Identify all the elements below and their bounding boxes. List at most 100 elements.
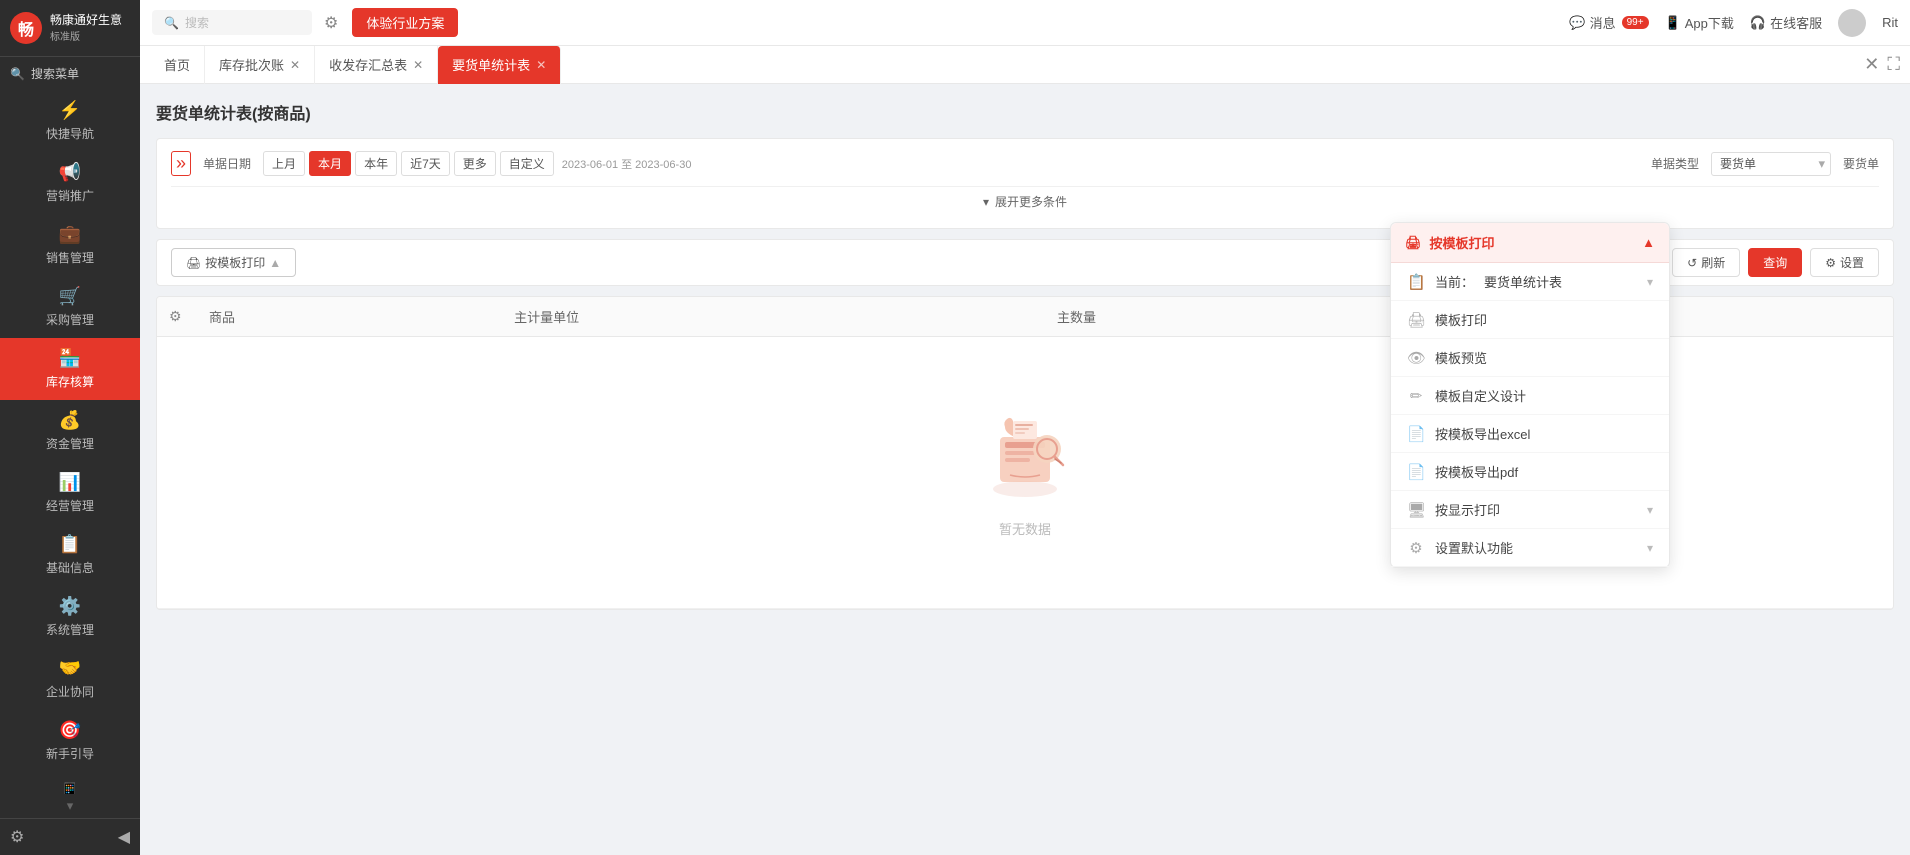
sidebar-item-newguide[interactable]: 🎯 新手引导 <box>0 710 140 772</box>
template-pdf-icon: 📄 <box>1407 463 1425 481</box>
marketing-icon: 📢 <box>59 162 81 183</box>
col-unit: 主计量单位 <box>502 297 1045 337</box>
filter-row: » 单据日期 上月 本月 本年 近7天 更多 自定义 2023-06-01 至 … <box>171 151 1879 176</box>
chevron-down-icon: ▾ <box>983 195 989 209</box>
dropdown-item-template-design[interactable]: ✏ 模板自定义设计 <box>1391 377 1669 415</box>
tab-close-all-icon[interactable]: ✕ <box>1864 54 1879 75</box>
app-download-btn[interactable]: 📱 App下载 <box>1665 13 1734 32</box>
app-title: 畅康通好生意 <box>50 13 122 29</box>
sales-icon: 💼 <box>59 224 81 245</box>
settings-table-label: 设置 <box>1840 254 1864 271</box>
sidebar-item-basics[interactable]: 📋 基础信息 <box>0 524 140 586</box>
date-range-text: 2023-06-01 至 2023-06-30 <box>562 156 692 172</box>
avatar[interactable] <box>1838 9 1866 37</box>
main-content: 🔍 搜索 ⚙ 体验行业方案 💬 消息 99+ 📱 App下载 🎧 在线客服 Ri… <box>140 0 1910 855</box>
template-excel-label: 按模板导出excel <box>1435 424 1530 443</box>
default-func-expand-icon: ▾ <box>1647 541 1653 555</box>
dropdown-item-default-func[interactable]: ⚙ 设置默认功能 ▾ <box>1391 529 1669 567</box>
sidebar-item-operations[interactable]: 📊 经营管理 <box>0 462 140 524</box>
expand-more-btn[interactable]: ▾ 展开更多条件 <box>171 186 1879 216</box>
sidebar-item-sales[interactable]: 💼 销售管理 <box>0 214 140 276</box>
sidebar-scroll-down[interactable]: ▾ <box>0 794 140 818</box>
tab-demand-stats-label: 要货单统计表 <box>452 55 530 74</box>
settings-table-icon: ⚙ <box>1825 256 1836 270</box>
order-type-select[interactable]: 要货单 <box>1711 152 1831 176</box>
sidebar-item-inventory[interactable]: 🏪 库存核算 <box>0 338 140 400</box>
sidebar-item-marketing[interactable]: 📢 营销推广 <box>0 152 140 214</box>
query-btn[interactable]: 查询 <box>1748 248 1802 277</box>
date-btn-current-month[interactable]: 本月 <box>309 151 351 176</box>
filter-expand-toggle[interactable]: » <box>171 151 191 176</box>
tab-home-label: 首页 <box>164 55 190 74</box>
tab-receivable-summary[interactable]: 收发存汇总表 ✕ <box>315 46 438 84</box>
shortcut-icon: ⚡ <box>59 100 81 121</box>
date-btn-prev-month[interactable]: 上月 <box>263 151 305 176</box>
date-btn-custom[interactable]: 自定义 <box>500 151 554 176</box>
username: Rit <box>1882 15 1898 30</box>
date-btn-more[interactable]: 更多 <box>454 151 496 176</box>
tab-inventory-batch-close[interactable]: ✕ <box>290 58 300 72</box>
collapse-icon[interactable]: ◀ <box>118 827 130 847</box>
template-design-icon: ✏ <box>1407 387 1425 405</box>
query-btn-label: 查询 <box>1763 254 1787 271</box>
settings-icon[interactable]: ⚙ <box>10 827 24 847</box>
tabs: 首页 库存批次账 ✕ 收发存汇总表 ✕ 要货单统计表 ✕ ✕ ⛶ <box>140 46 1910 84</box>
dropdown-item-template-preview[interactable]: 👁 模板预览 <box>1391 339 1669 377</box>
app-download-label: App下载 <box>1685 13 1734 32</box>
refresh-btn[interactable]: ↺ 刷新 <box>1672 248 1740 277</box>
sidebar-item-appcenter[interactable]: 📱 应用中心 <box>0 772 140 794</box>
sidebar-item-purchase-label: 采购管理 <box>46 311 94 328</box>
sidebar: 畅 畅康通好生意 标准版 🔍 搜索菜单 ⚡ 快捷导航 📢 营销推广 💼 销售管理… <box>0 0 140 855</box>
sidebar-item-system[interactable]: ⚙️ 系统管理 <box>0 586 140 648</box>
tab-demand-stats-close[interactable]: ✕ <box>536 58 546 72</box>
topbar-search[interactable]: 🔍 搜索 <box>152 10 312 35</box>
col-settings[interactable]: ⚙ <box>157 297 197 337</box>
print-dropdown-arrow-icon: ▲ <box>269 256 281 270</box>
template-design-label: 模板自定义设计 <box>1435 386 1526 405</box>
message-icon: 💬 <box>1569 15 1585 31</box>
tab-demand-stats[interactable]: 要货单统计表 ✕ <box>438 46 561 84</box>
current-template-expand-icon: ▾ <box>1647 275 1653 289</box>
dropdown-current-template[interactable]: 📋 当前： 要货单统计表 ▾ <box>1391 263 1669 301</box>
topbar-gear-icon[interactable]: ⚙ <box>324 13 338 33</box>
sidebar-item-purchase[interactable]: 🛒 采购管理 <box>0 276 140 338</box>
tab-inventory-batch[interactable]: 库存批次账 ✕ <box>205 46 315 84</box>
sidebar-logo: 畅 畅康通好生意 标准版 <box>0 0 140 57</box>
purchase-icon: 🛒 <box>59 286 81 307</box>
print-dropdown-collapse-icon[interactable]: ▲ <box>1642 235 1655 250</box>
headset-icon: 🎧 <box>1750 15 1766 31</box>
topbar-right: 💬 消息 99+ 📱 App下载 🎧 在线客服 Rit <box>1569 9 1898 37</box>
template-preview-label: 模板预览 <box>1435 348 1487 367</box>
dropdown-item-template-print[interactable]: 🖨 模板打印 <box>1391 301 1669 339</box>
sidebar-item-shortcut[interactable]: ⚡ 快捷导航 <box>0 90 140 152</box>
app-subtitle: 标准版 <box>50 28 122 43</box>
tab-expand-icon[interactable]: ⛶ <box>1887 54 1900 75</box>
print-btn[interactable]: 🖨 按模板打印 ▲ <box>171 248 296 277</box>
industry-btn[interactable]: 体验行业方案 <box>352 8 458 37</box>
sidebar-bottom: ⚙ ◀ <box>0 818 140 855</box>
settings-table-btn[interactable]: ⚙ 设置 <box>1810 248 1879 277</box>
messages-btn[interactable]: 💬 消息 99+ <box>1569 13 1648 32</box>
inventory-icon: 🏪 <box>59 348 81 369</box>
table-settings-icon[interactable]: ⚙ <box>169 308 182 324</box>
online-service-btn[interactable]: 🎧 在线客服 <box>1750 13 1822 32</box>
date-btn-7days[interactable]: 近7天 <box>401 151 450 176</box>
dropdown-item-template-excel[interactable]: 📄 按模板导出excel <box>1391 415 1669 453</box>
sidebar-item-cooperation[interactable]: 🤝 企业协同 <box>0 648 140 710</box>
tab-receivable-summary-close[interactable]: ✕ <box>413 58 423 72</box>
date-btn-current-year[interactable]: 本年 <box>355 151 397 176</box>
appcenter-icon: 📱 <box>59 782 81 794</box>
sidebar-item-inventory-label: 库存核算 <box>46 373 94 390</box>
sidebar-item-finance[interactable]: 💰 资金管理 <box>0 400 140 462</box>
dropdown-item-template-pdf[interactable]: 📄 按模板导出pdf <box>1391 453 1669 491</box>
dropdown-item-display-print[interactable]: 🖥 按显示打印 ▾ <box>1391 491 1669 529</box>
print-dropdown: 🖨 按模板打印 ▲ 📋 当前： 要货单统计表 ▾ 🖨 模板打印 👁 模板预览 <box>1390 222 1670 568</box>
dropdown-current-value: 要货单统计表 <box>1484 272 1562 291</box>
sidebar-item-newguide-label: 新手引导 <box>46 745 94 762</box>
current-template-icon: 📋 <box>1407 273 1425 291</box>
print-dropdown-title: 按模板打印 <box>1430 233 1495 252</box>
empty-icon <box>975 407 1075 507</box>
sidebar-search[interactable]: 🔍 搜索菜单 <box>0 57 140 90</box>
tab-home[interactable]: 首页 <box>150 46 205 84</box>
display-print-icon: 🖥 <box>1407 501 1425 519</box>
